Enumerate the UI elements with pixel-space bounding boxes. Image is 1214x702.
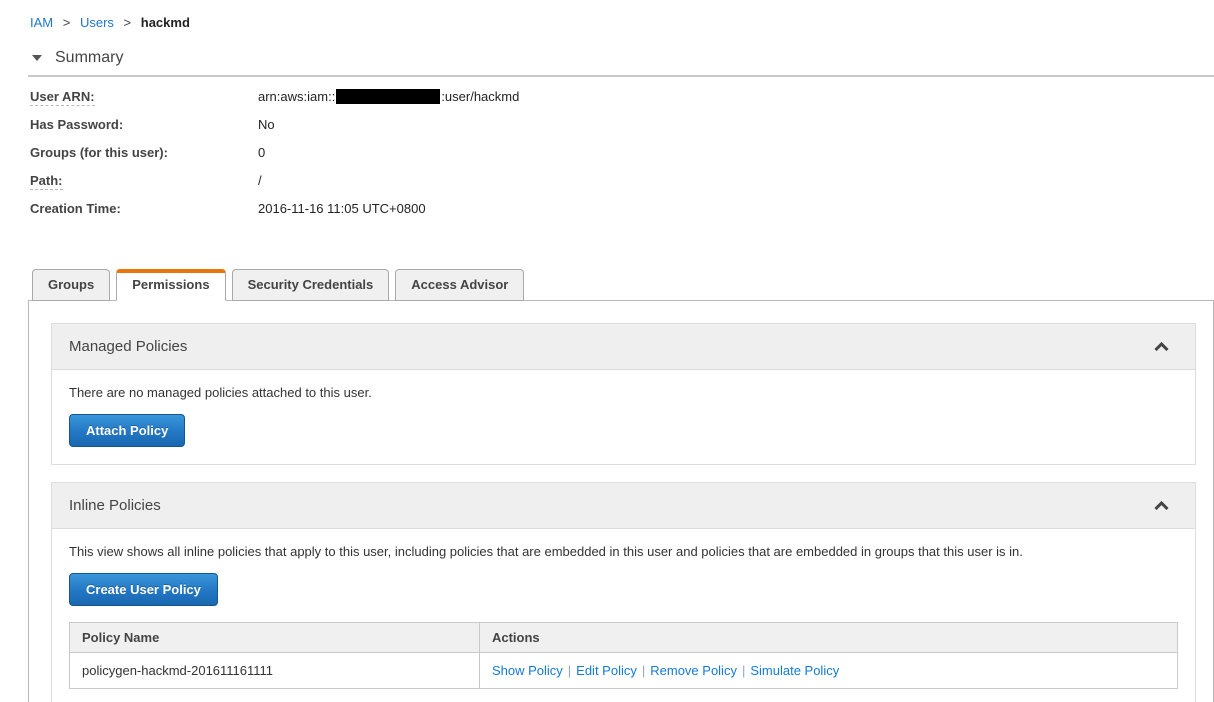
tab-strip: Groups Permissions Security Credentials …: [32, 269, 1214, 301]
tab-access-advisor[interactable]: Access Advisor: [395, 269, 525, 301]
field-label-creation-time: Creation Time:: [30, 201, 121, 216]
breadcrumb-separator: >: [123, 15, 132, 30]
summary-fields: User ARN: arn:aws:iam:::user/hackmd Has …: [30, 89, 1214, 216]
field-value-path: /: [258, 173, 262, 188]
field-label-path-text: Path:: [30, 173, 63, 190]
action-separator: |: [641, 663, 646, 678]
summary-divider: [28, 75, 1214, 77]
breadcrumb-link-iam[interactable]: IAM: [30, 15, 53, 30]
field-label-has-password: Has Password:: [30, 117, 124, 132]
permissions-tab-panel: Managed Policies There are no managed po…: [28, 300, 1214, 702]
edit-policy-link[interactable]: Edit Policy: [576, 663, 637, 678]
action-separator: |: [567, 663, 572, 678]
policy-actions-cell: Show Policy | Edit Policy | Remove Policy | Si…: [478, 652, 1179, 689]
remove-policy-link[interactable]: Remove Policy: [650, 663, 737, 678]
table-row: policygen-hackmd-201611161111 Show Polic…: [69, 652, 1179, 689]
field-value-creation-time: 2016-11-16 11:05 UTC+0800: [258, 201, 426, 216]
breadcrumb-link-users[interactable]: Users: [80, 15, 114, 30]
policy-name-cell: policygen-hackmd-201611161111: [69, 652, 480, 689]
chevron-up-icon[interactable]: [1154, 341, 1169, 352]
iam-user-detail-page: IAM > Users > hackmd Summary User ARN: a…: [0, 0, 1214, 702]
managed-policies-empty-message: There are no managed policies attached t…: [69, 385, 372, 400]
chevron-up-icon[interactable]: [1154, 500, 1169, 511]
field-label-user-arn: User ARN:: [30, 89, 258, 106]
field-row-groups: Groups (for this user): 0: [30, 145, 1214, 160]
tab-security-credentials[interactable]: Security Credentials: [231, 269, 390, 301]
simulate-policy-link[interactable]: Simulate Policy: [750, 663, 839, 678]
summary-collapse-toggle[interactable]: Summary: [32, 49, 1214, 67]
field-row-path: Path: /: [30, 173, 1214, 190]
show-policy-link[interactable]: Show Policy: [492, 663, 563, 678]
tab-groups[interactable]: Groups: [32, 269, 111, 301]
summary-title: Summary: [55, 49, 124, 66]
field-value-groups: 0: [258, 145, 266, 160]
arn-suffix: :user/hackmd: [441, 89, 520, 104]
inline-policies-table: Policy Name Actions policygen-hackmd-201…: [69, 622, 1179, 689]
tab-permissions[interactable]: Permissions: [116, 269, 226, 301]
column-header-actions: Actions: [478, 622, 1179, 653]
managed-policies-collapse-toggle[interactable]: Managed Policies: [52, 324, 1195, 370]
breadcrumb-current-user: hackmd: [140, 15, 190, 30]
breadcrumb-separator: >: [62, 15, 71, 30]
field-value-user-arn: arn:aws:iam:::user/hackmd: [258, 89, 1214, 104]
column-header-policy-name: Policy Name: [69, 622, 480, 653]
inline-policies-title: Inline Policies: [69, 497, 161, 514]
inline-policies-section: Inline Policies This view shows all inli…: [51, 482, 1196, 702]
managed-policies-title: Managed Policies: [69, 338, 188, 355]
managed-policies-body: There are no managed policies attached t…: [52, 370, 1195, 464]
breadcrumb: IAM > Users > hackmd: [0, 0, 1214, 30]
field-row-user-arn: User ARN: arn:aws:iam:::user/hackmd: [30, 89, 1214, 106]
field-label-user-arn-text: User ARN:: [30, 89, 95, 106]
field-label-groups: Groups (for this user):: [30, 145, 168, 160]
action-separator: |: [741, 663, 746, 678]
managed-policies-section: Managed Policies There are no managed po…: [51, 323, 1196, 465]
caret-down-icon: [32, 55, 42, 61]
attach-policy-button[interactable]: Attach Policy: [69, 414, 186, 447]
redacted-account-id: [336, 89, 441, 104]
field-row-creation-time: Creation Time: 2016-11-16 11:05 UTC+0800: [30, 201, 1214, 216]
table-header-row: Policy Name Actions: [69, 622, 1179, 653]
inline-policies-body: This view shows all inline policies that…: [52, 529, 1195, 702]
arn-prefix: arn:aws:iam::: [258, 89, 336, 104]
field-row-has-password: Has Password: No: [30, 117, 1214, 132]
field-value-has-password: No: [258, 117, 275, 132]
field-label-path: Path:: [30, 173, 258, 190]
inline-policies-collapse-toggle[interactable]: Inline Policies: [52, 483, 1195, 529]
create-user-policy-button[interactable]: Create User Policy: [69, 573, 218, 606]
inline-policies-description: This view shows all inline policies that…: [69, 544, 1023, 559]
